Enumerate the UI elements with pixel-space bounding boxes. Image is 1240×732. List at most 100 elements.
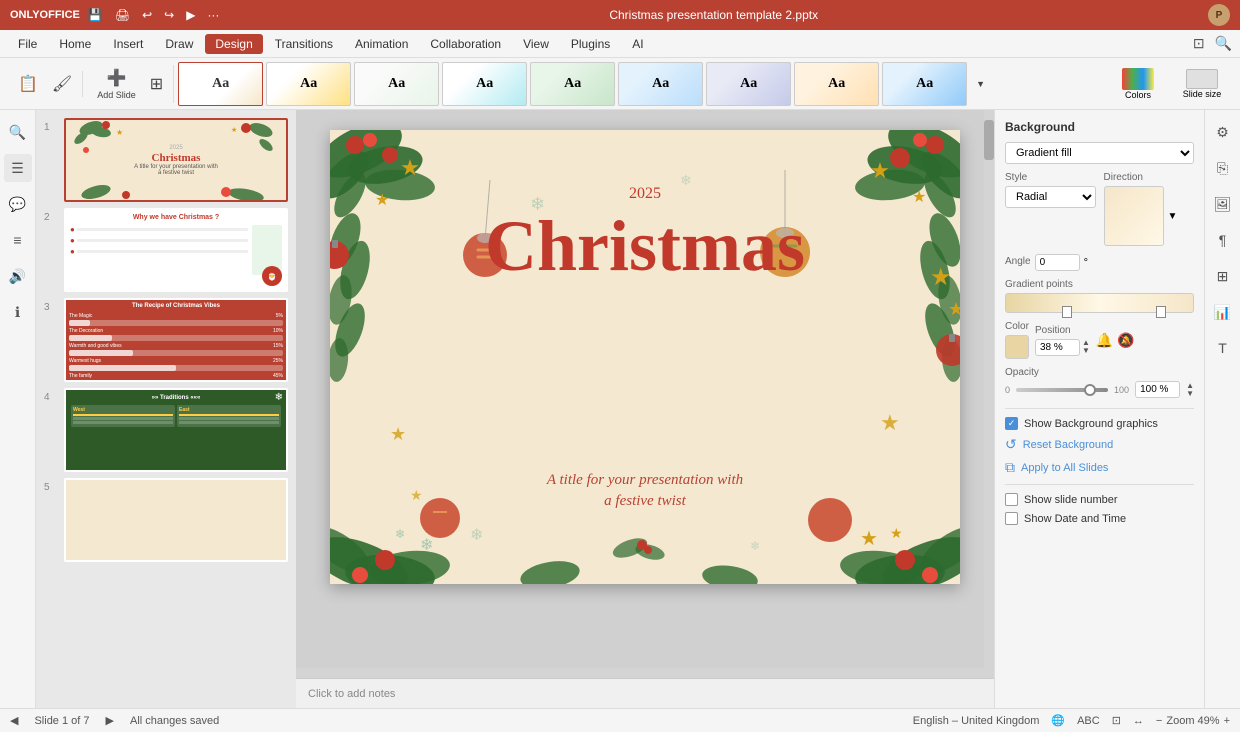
show-background-row[interactable]: ✓ Show Background graphics [1005, 417, 1194, 430]
chart-right-icon[interactable]: 📊 [1209, 298, 1237, 326]
colors-button[interactable]: Colors [1108, 64, 1168, 104]
slides-panel-icon[interactable]: ☰ [4, 154, 32, 182]
theme-8[interactable]: Aa [794, 62, 879, 106]
direction-dropdown-icon[interactable]: ▼ [1168, 211, 1178, 222]
headings-icon[interactable]: ≡ [4, 226, 32, 254]
avatar[interactable]: P [1208, 4, 1230, 26]
slide-thumb-2[interactable]: Why we have Christmas ? ● ● ● 🎅 [64, 208, 288, 292]
audio-icon[interactable]: 🔊 [4, 262, 32, 290]
opacity-input[interactable] [1135, 381, 1180, 398]
text-right-icon[interactable]: ¶ [1209, 226, 1237, 254]
fit-view-icon[interactable]: ⊡ [1112, 714, 1121, 727]
slide-thumb-3[interactable]: The Recipe of Christmas Vibes The Magic … [64, 298, 288, 382]
slide-item-2[interactable]: 2 Why we have Christmas ? ● ● ● [44, 208, 288, 292]
theme-7[interactable]: Aa [706, 62, 791, 106]
show-slide-number-checkbox[interactable] [1005, 493, 1018, 506]
theme-2[interactable]: Aa [266, 62, 351, 106]
direction-preview[interactable] [1104, 186, 1164, 246]
gradient-stop-1[interactable] [1062, 306, 1072, 318]
undo-icon[interactable]: ↩ [142, 8, 152, 22]
paste-button[interactable]: 📋 [12, 71, 44, 97]
slide-item-4[interactable]: 4 »» Traditions ««« West East [44, 388, 288, 472]
copy-right-icon[interactable]: ⎘ [1209, 154, 1237, 182]
play-icon[interactable]: ▶ [186, 8, 195, 22]
show-slide-number-row[interactable]: Show slide number [1005, 493, 1194, 506]
slide-size-button[interactable]: Slide size [1172, 65, 1232, 103]
slide-main-title[interactable]: Christmas [330, 205, 960, 288]
theme-9[interactable]: Aa [882, 62, 967, 106]
slide-item-3[interactable]: 3 The Recipe of Christmas Vibes The Magi… [44, 298, 288, 382]
slide-layout-button[interactable]: ⊞ [144, 71, 169, 97]
slide-thumb-5[interactable] [64, 478, 288, 562]
more-icon[interactable]: ··· [207, 8, 219, 22]
theme-4[interactable]: Aa [442, 62, 527, 106]
add-slide-button[interactable]: ➕ Add Slide [91, 65, 142, 103]
menu-draw[interactable]: Draw [155, 34, 203, 54]
menu-collaboration[interactable]: Collaboration [420, 34, 511, 54]
save-icon[interactable]: 💾 [88, 8, 103, 22]
menu-plugins[interactable]: Plugins [561, 34, 620, 54]
fit-page-icon[interactable]: ⊡ [1193, 35, 1205, 52]
style-select[interactable]: Radial [1005, 186, 1096, 208]
slide-thumb-4[interactable]: »» Traditions ««« West East [64, 388, 288, 472]
slide-subtitle[interactable]: A title for your presentation with a fes… [330, 470, 960, 512]
themes-dropdown-button[interactable]: ▼ [970, 76, 991, 92]
search-icon[interactable]: 🔍 [1215, 35, 1232, 52]
fit-width-icon[interactable]: ↔ [1133, 715, 1144, 727]
search-left-icon[interactable]: 🔍 [4, 118, 32, 146]
opacity-slider[interactable] [1016, 388, 1108, 392]
font-right-icon[interactable]: T [1209, 334, 1237, 362]
settings-icon[interactable]: ⚙ [1209, 118, 1237, 146]
opacity-down-arrow[interactable]: ▼ [1186, 390, 1194, 398]
comments-icon[interactable]: 💬 [4, 190, 32, 218]
fill-type-select[interactable]: Gradient fill [1005, 142, 1194, 164]
reset-background-row[interactable]: ↺ Reset Background [1005, 436, 1194, 453]
opacity-thumb[interactable] [1084, 384, 1096, 396]
info-icon[interactable]: ℹ [4, 298, 32, 326]
theme-3[interactable]: Aa [354, 62, 439, 106]
apply-all-row[interactable]: ⧉ Apply to All Slides [1005, 459, 1194, 476]
show-date-time-checkbox[interactable] [1005, 512, 1018, 525]
bell-filled-icon[interactable]: 🔔 [1096, 332, 1113, 349]
position-down-arrow[interactable]: ▼ [1082, 347, 1090, 355]
slide-nav-prev[interactable]: ◀ [10, 714, 18, 727]
redo-icon[interactable]: ↪ [164, 8, 174, 22]
gradient-bar[interactable] [1005, 293, 1194, 313]
zoom-out-button[interactable]: − [1156, 715, 1162, 727]
slide-nav-next[interactable]: ▶ [106, 714, 114, 727]
scrollbar-thumb[interactable] [984, 120, 994, 160]
image-right-icon[interactable]: 🖼 [1209, 190, 1237, 218]
copy-format-button[interactable]: 🖌 [46, 71, 78, 97]
slide-thumb-1[interactable]: ★ ★ [64, 118, 288, 202]
horizontal-scrollbar[interactable] [296, 668, 984, 678]
show-date-time-row[interactable]: Show Date and Time [1005, 512, 1194, 525]
slide-item-5[interactable]: 5 [44, 478, 288, 562]
menu-design[interactable]: Design [205, 34, 262, 54]
zoom-in-button[interactable]: + [1224, 715, 1230, 727]
menu-file[interactable]: File [8, 34, 47, 54]
spell-check-icon[interactable]: ABC [1077, 715, 1100, 727]
menu-home[interactable]: Home [49, 34, 101, 54]
show-background-checkbox[interactable]: ✓ [1005, 417, 1018, 430]
gradient-stop-2[interactable] [1156, 306, 1166, 318]
print-icon[interactable]: 🖨 [115, 8, 130, 22]
menu-transitions[interactable]: Transitions [265, 34, 343, 54]
slide-canvas[interactable]: ★ ★ ★ ★ [330, 130, 960, 584]
angle-input[interactable] [1035, 254, 1080, 271]
table-right-icon[interactable]: ⊞ [1209, 262, 1237, 290]
theme-5[interactable]: Aa [530, 62, 615, 106]
menu-insert[interactable]: Insert [103, 34, 153, 54]
menu-ai[interactable]: AI [622, 34, 653, 54]
position-input[interactable] [1035, 339, 1080, 356]
bell-outline-icon[interactable]: 🔕 [1117, 332, 1134, 349]
menu-animation[interactable]: Animation [345, 34, 418, 54]
language-status[interactable]: English – United Kingdom [913, 715, 1040, 727]
theme-1[interactable]: Aa [178, 62, 263, 106]
language-icon[interactable]: 🌐 [1051, 714, 1065, 727]
color-swatch[interactable] [1005, 335, 1029, 359]
canvas-scroll[interactable]: ★ ★ ★ ★ [296, 110, 994, 678]
vertical-scrollbar[interactable] [984, 110, 994, 678]
menu-view[interactable]: View [513, 34, 559, 54]
notes-bar[interactable]: Click to add notes [296, 678, 994, 708]
slide-item-1[interactable]: 1 ★ ★ [44, 118, 288, 202]
